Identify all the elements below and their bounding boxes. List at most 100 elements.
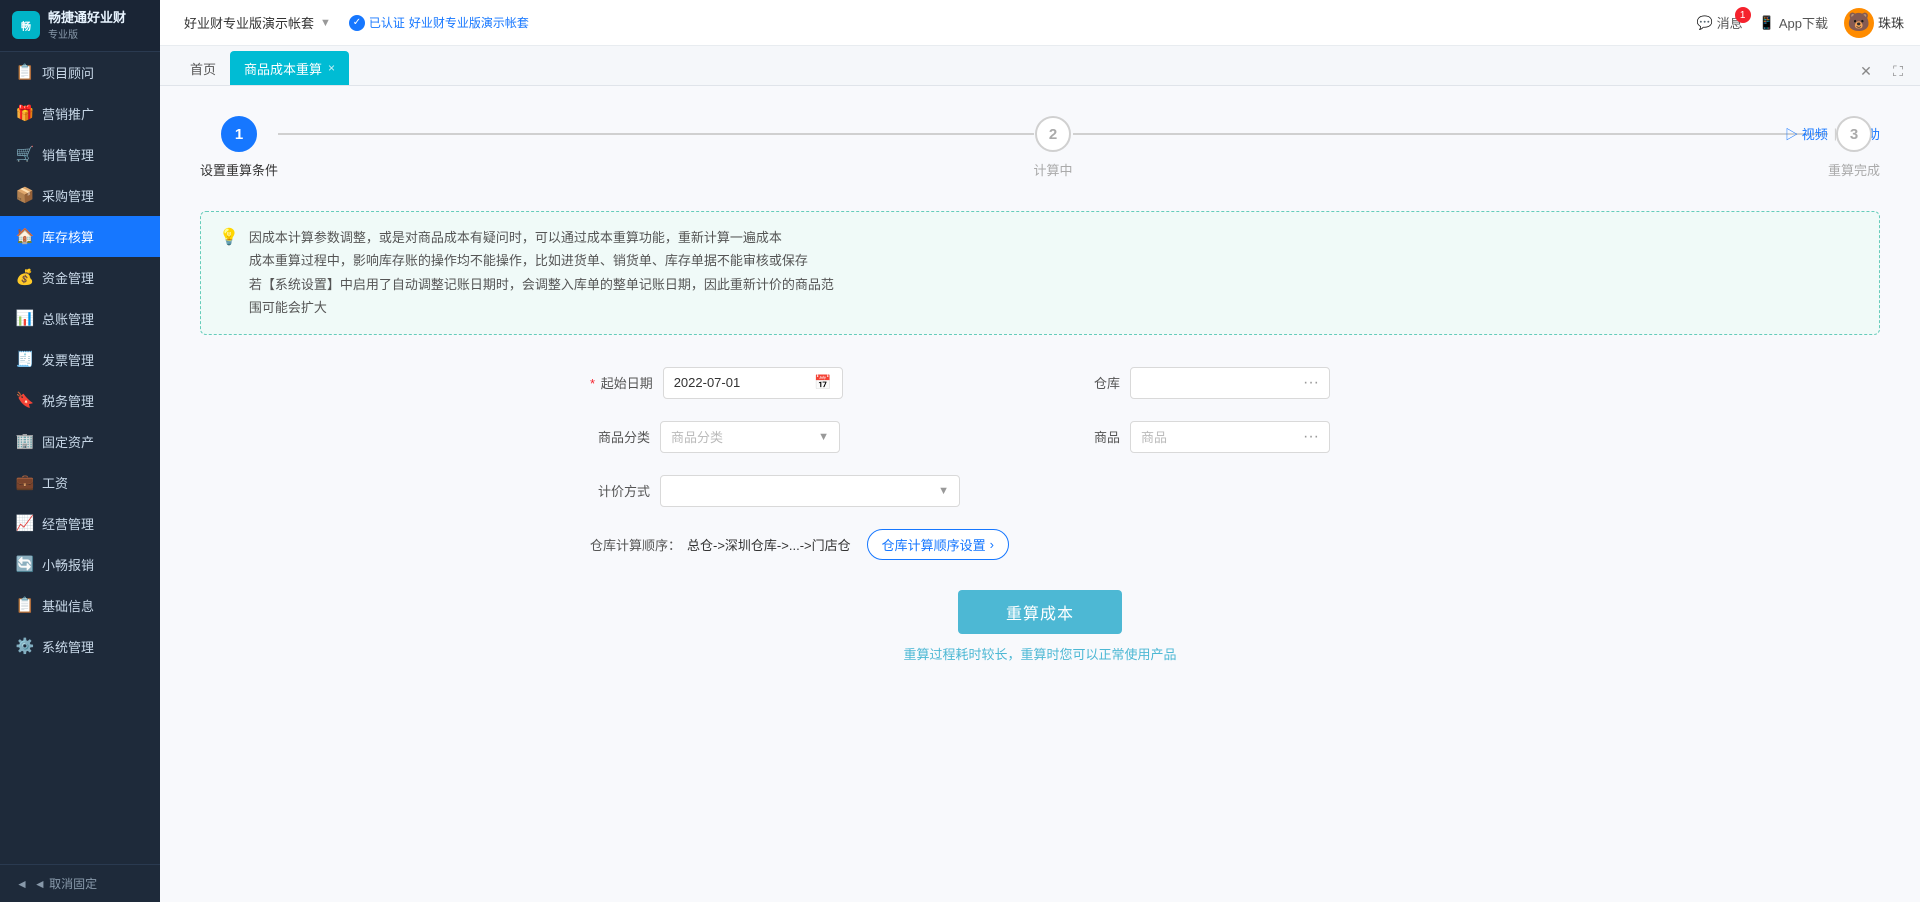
step2-circle: 2 [1035, 116, 1071, 152]
sidebar-item-system[interactable]: ⚙️ 系统管理 [0, 626, 160, 667]
sidebar-item-label-accounting: 总账管理 [42, 309, 94, 328]
sidebar-item-finance[interactable]: 💰 资金管理 [0, 257, 160, 298]
form-section: * 起始日期 2022-07-01 📅 仓库 ··· [590, 367, 1490, 663]
sidebar-item-tax[interactable]: 🔖 税务管理 [0, 380, 160, 421]
category-label: 商品分类 [590, 427, 650, 446]
warehouse-label: 仓库 [1060, 373, 1120, 392]
warehouse-path: 总仓->深圳仓库->...->门店仓 [687, 535, 851, 554]
sidebar-pin-toggle[interactable]: ◄ ◄ 取消固定 [0, 864, 160, 902]
recalc-label: 重算成本 [1006, 606, 1074, 623]
recalc-button[interactable]: 重算成本 [958, 590, 1122, 634]
sidebar-item-assets[interactable]: 🏢 固定资产 [0, 421, 160, 462]
user-profile[interactable]: 🐻 珠珠 [1844, 8, 1904, 38]
sidebar-item-accounting[interactable]: 📊 总账管理 [0, 298, 160, 339]
info-line4: 围可能会扩大 [249, 296, 834, 319]
sidebar-item-expense[interactable]: 🔄 小畅报销 [0, 544, 160, 585]
start-date-group: * 起始日期 2022-07-01 📅 [590, 367, 1020, 399]
step-3: 3 重算完成 [1828, 116, 1880, 179]
sales-icon: 🛒 [16, 145, 34, 163]
verified-text: 已认证 [369, 14, 405, 31]
sidebar-header: 畅 畅捷通好业财 专业版 [0, 0, 160, 52]
sidebar-item-salary[interactable]: 💼 工资 [0, 462, 160, 503]
message-icon: 💬 [1696, 15, 1712, 31]
start-date-value: 2022-07-01 [674, 375, 807, 390]
notification-button[interactable]: 💬 消息 1 [1696, 13, 1742, 32]
sidebar-item-marketing[interactable]: 🎁 营销推广 [0, 93, 160, 134]
expand-window-button[interactable]: ⛶ [1884, 57, 1912, 85]
app-download-button[interactable]: 📱 App下载 [1759, 13, 1828, 32]
warehouse-order-settings-button[interactable]: 仓库计算顺序设置 › [867, 529, 1009, 560]
recalc-note: 重算过程耗时较长，重算时您可以正常使用产品 [903, 644, 1176, 663]
form-row-1: * 起始日期 2022-07-01 📅 仓库 ··· [590, 367, 1490, 399]
sidebar-item-label-salary: 工资 [42, 473, 68, 492]
category-placeholder: 商品分类 [671, 427, 810, 446]
pricing-select[interactable]: ▼ [660, 475, 960, 507]
info-line2: 成本重算过程中，影响库存账的操作均不能操作，比如进货单、销货单、库存单据不能审核… [249, 249, 834, 272]
sidebar-item-label-marketing: 营销推广 [42, 104, 94, 123]
sidebar-item-basic[interactable]: 📋 基础信息 [0, 585, 160, 626]
warehouse-order-label: 仓库计算顺序： [590, 535, 681, 554]
user-name: 珠珠 [1878, 13, 1904, 32]
sidebar-item-label-assets: 固定资产 [42, 432, 94, 451]
marketing-icon: 🎁 [16, 104, 34, 122]
sidebar-item-label-tax: 税务管理 [42, 391, 94, 410]
sidebar-item-label-purchase: 采购管理 [42, 186, 94, 205]
product-input[interactable]: 商品 ··· [1130, 421, 1330, 453]
tab-home-label: 首页 [190, 59, 216, 78]
expense-icon: 🔄 [16, 555, 34, 573]
sidebar-item-label-expense: 小畅报销 [42, 555, 94, 574]
account-chevron-icon: ▼ [320, 17, 331, 29]
sidebar-item-invoice[interactable]: 🧾 发票管理 [0, 339, 160, 380]
form-row-3: 计价方式 ▼ [590, 475, 1490, 507]
tab-recalc[interactable]: 商品成本重算 × [230, 51, 349, 85]
verified-badge-group: ✓ 已认证 好业财专业版演示帐套 [349, 14, 529, 31]
more-icon[interactable]: ··· [1303, 374, 1319, 392]
step1-label: 设置重算条件 [200, 160, 278, 179]
verified-account-name: 好业财专业版演示帐套 [409, 14, 529, 31]
notification-count: 1 [1735, 7, 1751, 23]
tabbar: 首页 商品成本重算 × ✕ ⛶ [160, 46, 1920, 86]
info-text: 因成本计算参数调整，或是对商品成本有疑问时，可以通过成本重算功能，重新计算一遍成… [249, 226, 834, 320]
tab-close-icon[interactable]: × [328, 62, 335, 74]
inventory-icon: 🏠 [16, 227, 34, 245]
topbar: 好业财专业版演示帐套 ▼ ✓ 已认证 好业财专业版演示帐套 💬 消息 1 📱 A… [160, 0, 1920, 46]
category-select[interactable]: 商品分类 ▼ [660, 421, 840, 453]
sidebar-item-label-invoice: 发票管理 [42, 350, 94, 369]
steps: 1 设置重算条件 2 计算中 3 重算完成 ▷ 视频 | ? [200, 116, 1880, 179]
phone-icon: 📱 [1759, 15, 1775, 31]
close-window-button[interactable]: ✕ [1852, 57, 1880, 85]
window-controls: ✕ ⛶ [1844, 57, 1920, 85]
sidebar-item-label-basic: 基础信息 [42, 596, 94, 615]
account-selector[interactable]: 好业财专业版演示帐套 ▼ [176, 9, 339, 36]
calendar-icon: 📅 [814, 374, 831, 391]
sidebar-item-purchase[interactable]: 📦 采购管理 [0, 175, 160, 216]
warehouse-order-row: 仓库计算顺序： 总仓->深圳仓库->...->门店仓 仓库计算顺序设置 › [590, 529, 1490, 560]
step-1: 1 设置重算条件 [200, 116, 278, 179]
topbar-actions: 💬 消息 1 📱 App下载 🐻 珠珠 [1696, 8, 1904, 38]
project-icon: 📋 [16, 63, 34, 81]
warehouse-input[interactable]: ··· [1130, 367, 1330, 399]
step-line-1 [278, 133, 1033, 135]
main-area: 好业财专业版演示帐套 ▼ ✓ 已认证 好业财专业版演示帐套 💬 消息 1 📱 A… [160, 0, 1920, 902]
sidebar-item-inventory[interactable]: 🏠 库存核算 [0, 216, 160, 257]
sidebar-item-label-inventory: 库存核算 [42, 227, 94, 246]
sidebar-item-sales[interactable]: 🛒 销售管理 [0, 134, 160, 175]
sidebar-item-label-project: 项目顾问 [42, 63, 94, 82]
purchase-icon: 📦 [16, 186, 34, 204]
sidebar-item-operations[interactable]: 📈 经营管理 [0, 503, 160, 544]
sidebar: 畅 畅捷通好业财 专业版 📋 项目顾问 🎁 营销推广 🛒 销售管理 📦 采购管理… [0, 0, 160, 902]
step2-label: 计算中 [1034, 160, 1073, 179]
tab-home[interactable]: 首页 [176, 51, 230, 85]
product-more-icon[interactable]: ··· [1303, 428, 1319, 446]
pin-icon: ◄ [16, 877, 28, 891]
info-box: 💡 因成本计算参数调整，或是对商品成本有疑问时，可以通过成本重算功能，重新计算一… [200, 211, 1880, 335]
info-line1: 因成本计算参数调整，或是对商品成本有疑问时，可以通过成本重算功能，重新计算一遍成… [249, 226, 834, 249]
start-date-input[interactable]: 2022-07-01 📅 [663, 367, 843, 399]
sidebar-item-project[interactable]: 📋 项目顾问 [0, 52, 160, 93]
product-label: 商品 [1060, 427, 1120, 446]
sidebar-menu: 📋 项目顾问 🎁 营销推广 🛒 销售管理 📦 采购管理 🏠 库存核算 💰 资金管… [0, 52, 160, 864]
required-star: * [590, 376, 595, 391]
product-placeholder: 商品 [1141, 427, 1295, 446]
video-link[interactable]: ▷ 视频 [1785, 124, 1828, 143]
category-group: 商品分类 商品分类 ▼ [590, 421, 1020, 453]
